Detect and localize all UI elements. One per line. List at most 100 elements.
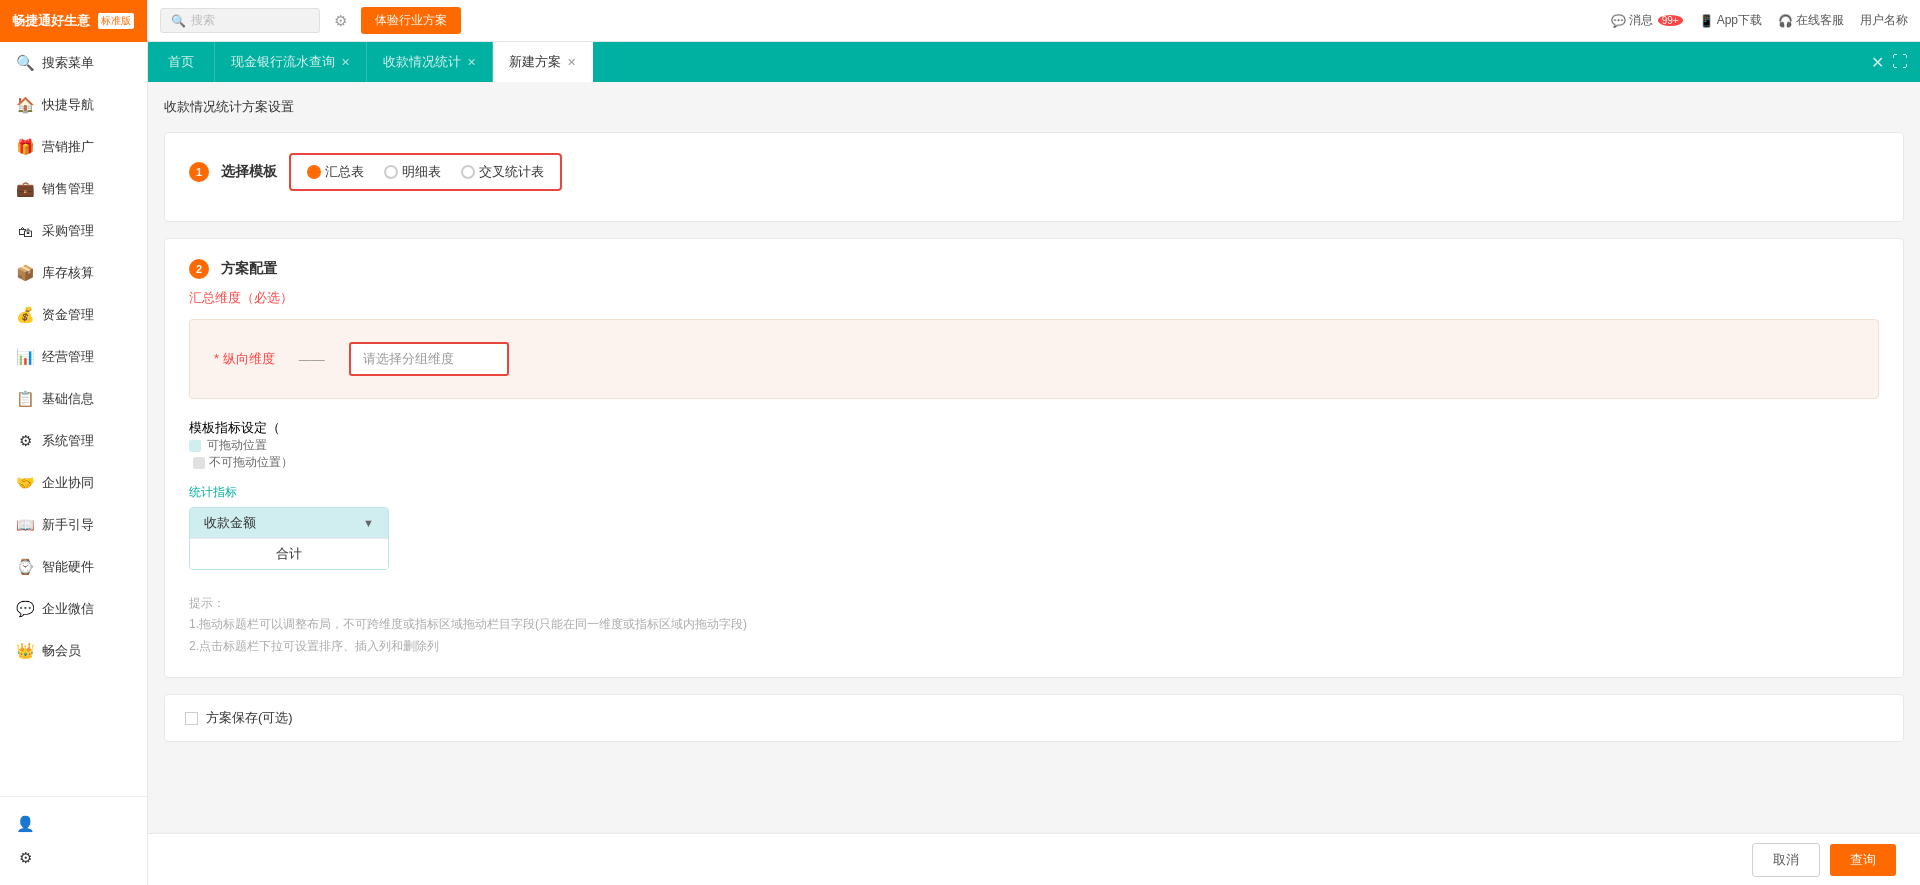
sidebar-label-finance: 资金管理 [42,306,94,324]
sidebar-item-cooperation[interactable]: 🤝 企业协同 [0,462,147,504]
tab-collection-stats[interactable]: 收款情况统计 ✕ [367,42,493,82]
sidebar-label-operation: 经营管理 [42,348,94,366]
radio-detail[interactable]: 明细表 [384,163,441,181]
inventory-icon: 📦 [16,264,34,282]
tab-close-bank-flow[interactable]: ✕ [341,56,350,69]
sidebar-item-search-menu[interactable]: 🔍搜索菜单 [0,42,147,84]
logo-badge: 标准版 [98,13,134,29]
stats-category-label: 统计指标 [189,484,389,501]
tabbar: 首页 现金银行流水查询 ✕ 收款情况统计 ✕ 新建方案 ✕ ✕ ⛶ [148,42,1920,82]
sidebar-label-basic-info: 基础信息 [42,390,94,408]
dimension-title: 汇总维度（必选） [189,289,1879,307]
non-draggable-dot [193,457,205,469]
tips-title: 提示： [189,596,225,610]
sidebar-item-operation[interactable]: 📊经营管理 [0,336,147,378]
tab-home[interactable]: 首页 [148,42,215,82]
quick-nav-icon: 🏠 [16,96,34,114]
save-checkbox[interactable] [185,712,198,725]
topbar-search-box[interactable]: 🔍 搜索 [160,8,320,33]
sidebar-item-smart-hw[interactable]: ⌚ 智能硬件 [0,546,147,588]
sidebar-item-marketing[interactable]: 🎁 营销推广 [0,126,147,168]
member-icon: 👑 [16,642,34,660]
stats-item-label: 收款金额 [204,514,256,532]
download-link[interactable]: 📱 App下载 [1699,12,1762,29]
tab-bank-flow[interactable]: 现金银行流水查询 ✕ [215,42,367,82]
tips-area: 提示： 1.拖动标题栏可以调整布局，不可跨维度或指标区域拖动栏目字段(只能在同一… [189,593,1879,658]
template-section: 汇总表 明细表 交叉统计表 [289,153,562,191]
service-link[interactable]: 🎧 在线客服 [1778,12,1844,29]
purchase-icon: 🛍 [16,223,34,240]
sidebar-item-sales[interactable]: 💼 销售管理 [0,168,147,210]
marketing-icon: 🎁 [16,138,34,156]
sidebar-label-marketing: 营销推广 [42,138,94,156]
query-button[interactable]: 查询 [1830,844,1896,876]
message-badge: 99+ [1658,15,1683,26]
tab-label-bank-flow: 现金银行流水查询 [231,53,335,71]
sidebar-item-purchase[interactable]: 🛍采购管理 [0,210,147,252]
tab-label-collection-stats: 收款情况统计 [383,53,461,71]
sidebar-label-quick-nav: 快捷导航 [42,96,94,114]
tab-close-new-plan[interactable]: ✕ [567,56,576,69]
sidebar-item-bottom2[interactable]: ⚙ [0,841,147,875]
search-menu-icon: 🔍 [16,54,34,72]
sidebar-item-member[interactable]: 👑畅会员 [0,630,147,672]
dimension-select[interactable]: 请选择分组维度 [349,342,509,376]
radio-label-cross: 交叉统计表 [479,163,544,181]
stats-table-header[interactable]: 收款金额 ▼ [190,508,388,538]
radio-summary[interactable]: 汇总表 [307,163,364,181]
logo-text: 畅捷通好生意 [12,12,90,30]
industry-btn[interactable]: 体验行业方案 [361,7,461,34]
gear-icon[interactable]: ⚙ [334,12,347,30]
footer-card: 方案保存(可选) [164,694,1904,742]
sidebar-label-smart-hw: 智能硬件 [42,558,94,576]
cancel-button[interactable]: 取消 [1752,843,1820,877]
sidebar-bottom: 👤 ⚙ [0,796,147,885]
wechat-icon: 💬 [16,600,34,618]
sidebar-item-guide[interactable]: 📖新手引导 [0,504,147,546]
tab-label-new-plan: 新建方案 [509,53,561,71]
topbar-right: 💬 消息 99+ 📱 App下载 🎧 在线客服 用户名称 [1611,12,1908,29]
chevron-down-icon: ▼ [363,517,374,529]
smart-hw-icon: ⌚ [16,558,34,576]
message-link[interactable]: 💬 消息 99+ [1611,12,1683,29]
radio-circle-cross [461,165,475,179]
maximize-icon[interactable]: ⛶ [1892,53,1908,71]
sidebar-label-sales: 销售管理 [42,180,94,198]
close-window-icon[interactable]: ✕ [1871,53,1884,72]
search-icon: 🔍 [171,14,186,28]
sidebar-label-wechat: 企业微信 [42,600,94,618]
sidebar-item-quick-nav[interactable]: 🏠 快捷导航 [0,84,147,126]
step2-number: 2 [189,259,209,279]
tip1: 1.拖动标题栏可以调整布局，不可跨维度或指标区域拖动栏目字段(只能在同一维度或指… [189,614,1879,636]
tab-close-collection-stats[interactable]: ✕ [467,56,476,69]
page-title: 收款情况统计方案设置 [164,98,1904,116]
sidebar-item-wechat[interactable]: 💬 企业微信 [0,588,147,630]
sidebar-item-system[interactable]: ⚙系统管理 [0,420,147,462]
download-icon: 📱 [1699,14,1714,28]
main-content: 收款情况统计方案设置 1 选择模板 汇总表明细表交叉统计表 2 方案配置 汇总维… [148,82,1920,833]
user-name: 用户名称 [1860,12,1908,29]
sidebar-item-finance[interactable]: 💰 资金管理 [0,294,147,336]
dimension-area: * 纵向维度 —— 请选择分组维度 [189,319,1879,399]
radio-cross[interactable]: 交叉统计表 [461,163,544,181]
indicators-label: 模板指标设定（ 可拖动位置 不可拖动位置） [189,419,293,472]
tab-new-plan[interactable]: 新建方案 ✕ [493,42,593,82]
config-section: 汇总维度（必选） * 纵向维度 —— 请选择分组维度 模板指标设定（ 可拖动位置 [189,289,1879,657]
step1-card: 1 选择模板 汇总表明细表交叉统计表 [164,132,1904,222]
tip2: 2.点击标题栏下拉可设置排序、插入列和删除列 [189,636,1879,658]
sidebar-label-cooperation: 企业协同 [42,474,94,492]
sidebar-label-system: 系统管理 [42,432,94,450]
cooperation-icon: 🤝 [16,474,34,492]
sidebar-item-bottom1[interactable]: 👤 [0,807,147,841]
sidebar-logo: 畅捷通好生意 标准版 [0,0,147,42]
stats-table: 收款金额 ▼ 合计 [189,507,389,570]
sidebar-label-inventory: 库存核算 [42,264,94,282]
sidebar-item-inventory[interactable]: 📦 库存核算 [0,252,147,294]
radio-label-summary: 汇总表 [325,163,364,181]
settings-icon: ⚙ [16,849,34,867]
finance-icon: 💰 [16,306,34,324]
sales-icon: 💼 [16,180,34,198]
vertical-label: * 纵向维度 [214,350,275,368]
sidebar-item-basic-info[interactable]: 📋基础信息 [0,378,147,420]
tab-label-home: 首页 [168,53,194,71]
